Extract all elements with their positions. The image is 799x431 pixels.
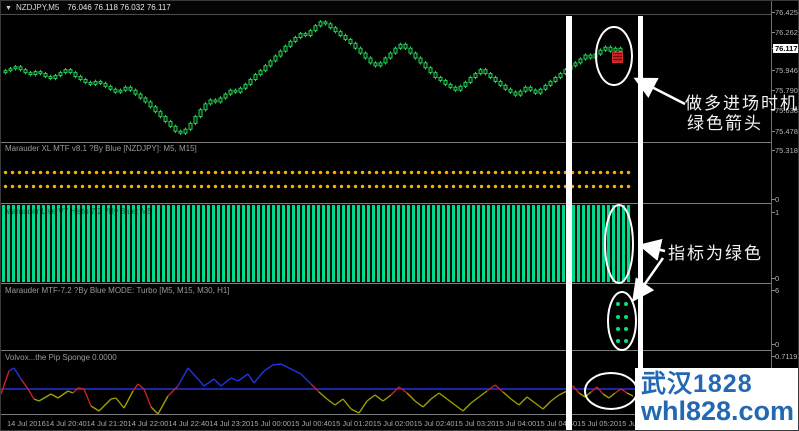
arrow-to-entry-ellipse (633, 77, 686, 106)
time-axis-label: 15 Jul 03:20 (454, 419, 496, 428)
price-scale-label: 0.7119 (775, 352, 798, 361)
time-axis-label: 15 Jul 01:20 (331, 419, 373, 428)
time-axis-label: 15 Jul 04:00 (495, 419, 537, 428)
mtf-green-dot (616, 315, 620, 319)
time-axis-label: 14 Jul 23:20 (209, 419, 251, 428)
panel-separator[interactable] (1, 142, 798, 143)
time-axis-label: 14 Jul 2016 (7, 419, 46, 428)
time-axis-label: 15 Jul 00:00 (250, 419, 292, 428)
oscillator-signal-ellipse (584, 372, 638, 410)
chevron-down-icon[interactable]: ▼ (5, 5, 12, 12)
indicator-label-marauder-xl: Marauder XL MTF v8.1 ?By Blue [NZDJPY]: … (5, 144, 197, 153)
price-scale-label: 0 (775, 274, 780, 283)
current-price-label: 76.117 (773, 44, 798, 53)
time-axis-label: 14 Jul 22:00 (127, 419, 169, 428)
symbol-timeframe-label: NZDJPY,M5 (15, 3, 60, 12)
price-scale[interactable]: 76.425 76.262 75.946 75.790 75.638 75.478 75.3… (771, 1, 798, 430)
mtf-green-dot (624, 339, 628, 343)
price-scale-label: 75.318 (775, 146, 798, 155)
mt4-chart-window: ▼ NZDJPY,M5 76.046 76.118 76.032 76.117 Ma… (0, 0, 799, 431)
time-axis-label: 14 Jul 22:40 (168, 419, 210, 428)
mtf-green-dot (624, 302, 628, 306)
chart-title-bar[interactable]: ▼ NZDJPY,M5 76.046 76.118 76.032 76.117 (1, 1, 771, 15)
gold-dot-row-m5 (3, 170, 631, 175)
price-scale-label: 76.425 (775, 8, 798, 17)
mtf-green-dot (616, 302, 620, 306)
watermark-url: whl828.com (641, 396, 795, 427)
time-axis-label: 15 Jul 05:20 (577, 419, 619, 428)
annotation-long-entry-line2: 绿色箭头 (687, 114, 763, 133)
indicator-label-histo: Marauder Live V7 Histo 7.2 ?By Blue: M5 (5, 207, 152, 216)
gold-dot-row-m15 (3, 184, 631, 189)
price-scale-label: 76.262 (775, 28, 798, 37)
time-axis-label: 15 Jul 02:40 (413, 419, 455, 428)
mtf-green-dot (616, 327, 620, 331)
red-entry-marker-icon (612, 52, 623, 63)
ohlc-values: 76.046 76.118 76.032 76.117 (67, 3, 171, 12)
mtf-green-dot (624, 315, 628, 319)
price-scale-label: 6 (775, 286, 780, 295)
price-scale-label: 75.946 (775, 66, 798, 75)
indicator-label-volvox: Volvox...the Pip Sponge 0.0000 (5, 353, 117, 362)
vertical-line-right[interactable] (638, 16, 643, 368)
price-scale-label: 75.478 (775, 127, 798, 136)
marauder-histo-panel[interactable] (1, 205, 631, 282)
price-scale-label: 1 (775, 208, 780, 217)
marauder-mtf-panel[interactable] (1, 284, 771, 350)
time-axis-label: 14 Jul 21:20 (86, 419, 128, 428)
time-axis-label: 15 Jul 00:40 (291, 419, 332, 428)
panel-separator[interactable] (1, 350, 798, 351)
panel-separator[interactable] (1, 203, 798, 204)
time-axis-label: 14 Jul 20:40 (45, 419, 87, 428)
price-scale-label: 0 (775, 340, 780, 349)
price-scale-label: 0 (775, 195, 780, 204)
vertical-line-left[interactable] (566, 16, 572, 430)
watermark-name: 武汉1828 (641, 370, 753, 398)
marauder-xl-panel[interactable] (1, 153, 771, 203)
annotation-indicator-green: 指标为绿色 (668, 244, 763, 263)
mtf-green-dot (624, 327, 628, 331)
watermark-box: 武汉1828 whl828.com (635, 368, 798, 430)
arrow-to-histo-ellipse (638, 238, 666, 261)
price-chart-panel[interactable] (1, 15, 771, 142)
time-axis-label: 15 Jul 02:00 (372, 419, 414, 428)
mtf-green-dot (616, 339, 620, 343)
